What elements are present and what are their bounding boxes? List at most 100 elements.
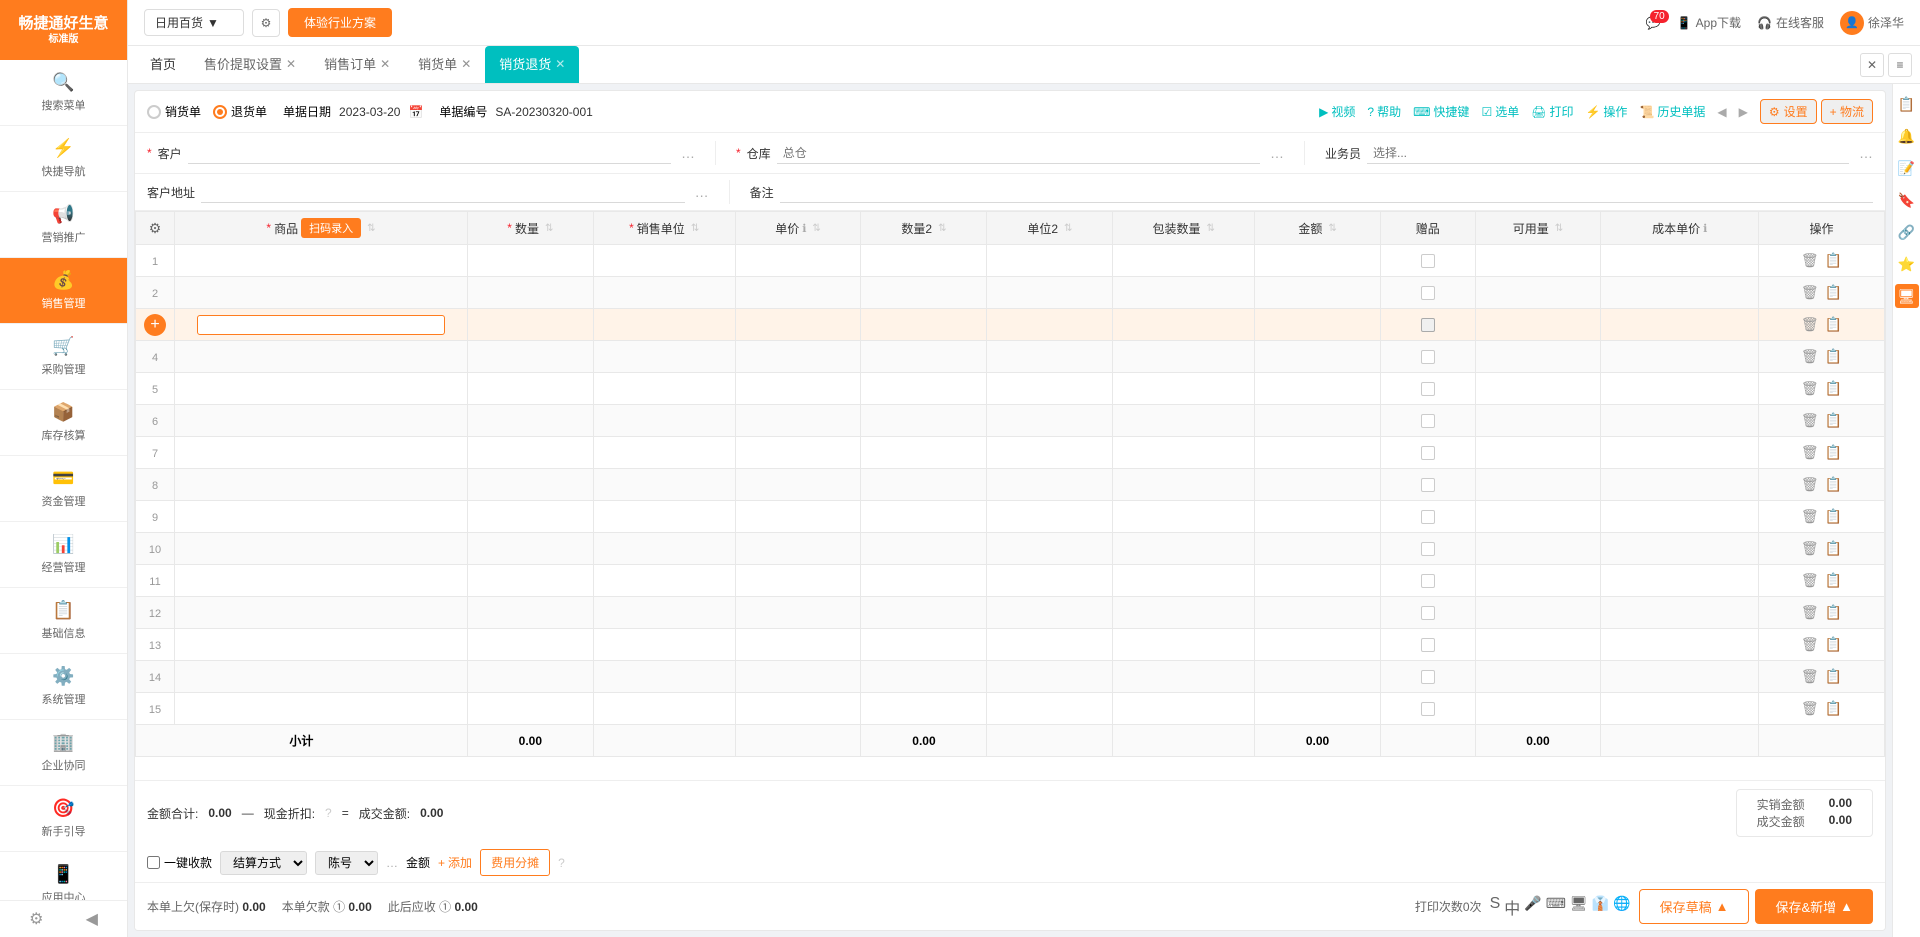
qty2-cell-1[interactable]: [861, 245, 987, 277]
gift-cb-7[interactable]: [1421, 446, 1435, 460]
notes-input[interactable]: [780, 182, 1873, 203]
sidebar-item-search[interactable]: 🔍 搜索菜单: [0, 60, 127, 126]
sidebar-item-shortcut[interactable]: ⚡ 快捷导航: [0, 126, 127, 192]
unit-cell-2[interactable]: [593, 277, 735, 309]
try-solution-button[interactable]: 体验行业方案: [288, 8, 392, 37]
cost-cell-3[interactable]: [1601, 309, 1758, 341]
daily-category-select[interactable]: 日用百货 ▼: [144, 9, 244, 36]
address-input[interactable]: [201, 182, 685, 203]
gift-cb-8[interactable]: [1421, 478, 1435, 492]
tab-close-sale-return[interactable]: ✕: [555, 57, 565, 71]
del-6[interactable]: 🗑: [1801, 412, 1819, 429]
tabs-close-button[interactable]: ✕: [1860, 53, 1884, 77]
sort-price-icon[interactable]: ⇅: [812, 223, 820, 234]
sidebar-item-basic[interactable]: 📋 基础信息: [0, 588, 127, 654]
customer-more-icon[interactable]: …: [681, 145, 695, 161]
tabs-menu-button[interactable]: ≡: [1888, 53, 1912, 77]
del-9[interactable]: 🗑: [1801, 508, 1819, 525]
nav-next-icon[interactable]: ▶: [1739, 105, 1748, 119]
tab-close-sale-settings[interactable]: ✕: [286, 57, 296, 71]
cost-cell-1[interactable]: [1601, 245, 1758, 277]
avail-cell-2[interactable]: [1475, 277, 1601, 309]
copy-14[interactable]: 📋: [1825, 668, 1842, 685]
customer-input[interactable]: [188, 143, 671, 164]
gift-cb-11[interactable]: [1421, 574, 1435, 588]
copy-11[interactable]: 📋: [1825, 572, 1842, 589]
price-cell-3[interactable]: [735, 309, 861, 341]
pkg-cell-1[interactable]: [1113, 245, 1255, 277]
copy-5[interactable]: 📋: [1825, 380, 1842, 397]
unit2-cell-3[interactable]: [987, 309, 1113, 341]
sort-unit2-icon[interactable]: ⇅: [1064, 223, 1072, 234]
split-help-icon[interactable]: ?: [558, 856, 565, 870]
product-input-3[interactable]: [197, 315, 445, 335]
add-logistics-button[interactable]: + 物流: [1821, 99, 1873, 124]
print-action[interactable]: 🖨 打印: [1531, 103, 1573, 120]
operate-action[interactable]: ⚡ 操作: [1585, 103, 1627, 120]
gift-checkbox-2[interactable]: [1421, 286, 1435, 300]
shortcut-action[interactable]: ⌨ 快捷键: [1413, 103, 1469, 120]
sidebar-item-appcenter[interactable]: 📱 应用中心: [0, 852, 127, 900]
sidebar-item-newguide[interactable]: 🎯 新手引导: [0, 786, 127, 852]
radio-return-goods[interactable]: 退货单: [213, 103, 267, 120]
sort-qty-icon[interactable]: ⇅: [545, 223, 553, 234]
tab-close-sale-order[interactable]: ✕: [380, 57, 390, 71]
price-info-icon[interactable]: ℹ: [802, 222, 806, 235]
del-14[interactable]: 🗑: [1801, 668, 1819, 685]
copy-15[interactable]: 📋: [1825, 700, 1842, 717]
cost-info-icon[interactable]: ℹ: [1703, 222, 1707, 235]
del-5[interactable]: 🗑: [1801, 380, 1819, 397]
del-15[interactable]: 🗑: [1801, 700, 1819, 717]
message-button[interactable]: 💬 70: [1646, 16, 1661, 30]
video-action[interactable]: ▶ 视频: [1319, 103, 1355, 120]
add-row-button[interactable]: +: [144, 314, 166, 336]
sort-pkg-icon[interactable]: ⇅: [1207, 223, 1215, 234]
qty2-cell-3[interactable]: [861, 309, 987, 341]
sort-avail-icon[interactable]: ⇅: [1555, 223, 1563, 234]
sidebar-item-enterprise[interactable]: 🏢 企业协同: [0, 720, 127, 786]
gift-checkbox-1[interactable]: [1421, 254, 1435, 268]
radio-sale-goods[interactable]: 销货单: [147, 103, 201, 120]
sidebar-item-purchase[interactable]: 🛒 采购管理: [0, 324, 127, 390]
del-13[interactable]: 🗑: [1801, 636, 1819, 653]
copy-row-2[interactable]: 📋: [1825, 284, 1842, 301]
sidebar-item-sales[interactable]: 💰 销售管理: [0, 258, 127, 324]
amount-cell-2[interactable]: [1255, 277, 1381, 309]
gift-cb-9[interactable]: [1421, 510, 1435, 524]
unit2-cell-1[interactable]: [987, 245, 1113, 277]
gift-cb-10[interactable]: [1421, 542, 1435, 556]
copy-7[interactable]: 📋: [1825, 444, 1842, 461]
right-tool-star[interactable]: ⭐: [1895, 252, 1919, 276]
copy-8[interactable]: 📋: [1825, 476, 1842, 493]
qty2-cell-2[interactable]: [861, 277, 987, 309]
calc-method-select[interactable]: 结算方式: [220, 851, 307, 875]
settings-bottom-icon[interactable]: ⚙: [29, 909, 43, 929]
copy-10[interactable]: 📋: [1825, 540, 1842, 557]
gift-cb-13[interactable]: [1421, 638, 1435, 652]
pkg-cell-2[interactable]: [1113, 277, 1255, 309]
sidebar-item-marketing[interactable]: 📢 营销推广: [0, 192, 127, 258]
delete-row-2[interactable]: 🗑: [1801, 284, 1819, 301]
salesperson-input[interactable]: [1367, 143, 1849, 164]
online-service-button[interactable]: 🎧 在线客服: [1757, 14, 1824, 31]
qty-cell-2[interactable]: [467, 277, 593, 309]
save-new-button[interactable]: 保存&新增 ▲: [1755, 889, 1873, 924]
del-8[interactable]: 🗑: [1801, 476, 1819, 493]
avail-cell-3[interactable]: [1475, 309, 1601, 341]
account-num-select[interactable]: 陈号: [315, 851, 378, 875]
select-action[interactable]: ☑ 选单: [1481, 103, 1519, 120]
product-cell-3[interactable]: [175, 309, 468, 341]
tab-sale-settings[interactable]: 售价提取设置 ✕: [190, 46, 310, 83]
del-7[interactable]: 🗑: [1801, 444, 1819, 461]
sidebar-item-operations[interactable]: 📊 经营管理: [0, 522, 127, 588]
gift-cb-12[interactable]: [1421, 606, 1435, 620]
gift-cb-5[interactable]: [1421, 382, 1435, 396]
right-tool-clipboard[interactable]: 📋: [1895, 92, 1919, 116]
sort-amount-icon[interactable]: ⇅: [1328, 223, 1336, 234]
sidebar-item-inventory[interactable]: 📦 库存核算: [0, 390, 127, 456]
warehouse-more-icon[interactable]: …: [1270, 145, 1284, 161]
nav-prev-icon[interactable]: ◀: [1717, 105, 1726, 119]
gift-checkbox-3[interactable]: [1421, 318, 1435, 332]
unit2-cell-2[interactable]: [987, 277, 1113, 309]
right-tool-note[interactable]: 📝: [1895, 156, 1919, 180]
